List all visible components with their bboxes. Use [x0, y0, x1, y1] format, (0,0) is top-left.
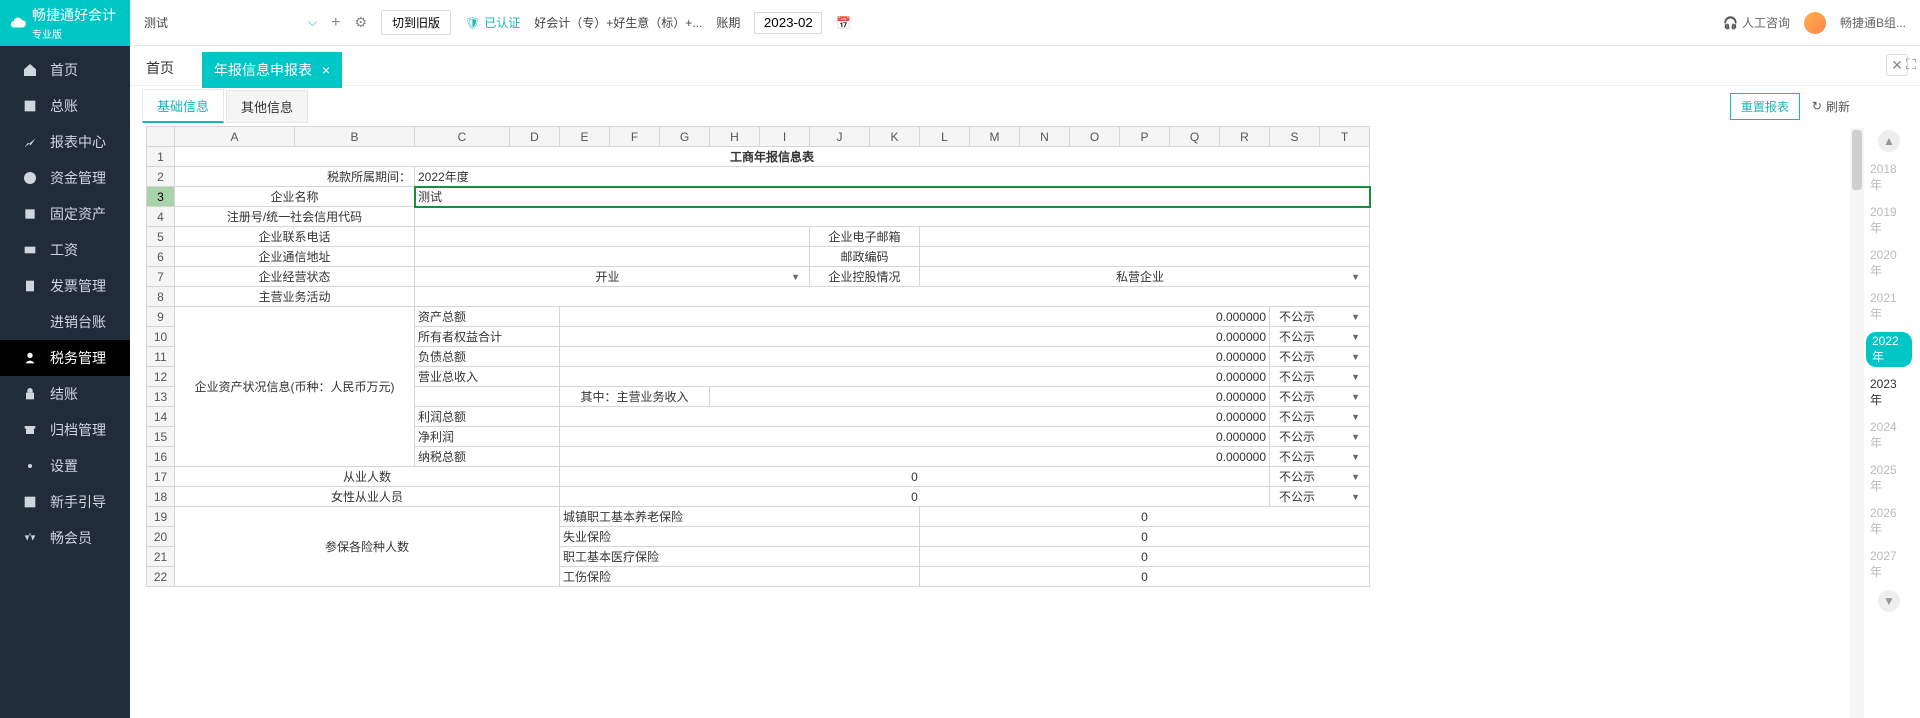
nav-settings[interactable]: 设置 — [0, 448, 130, 484]
year-2026[interactable]: 2026年 — [1866, 504, 1912, 539]
year-2027[interactable]: 2027年 — [1866, 547, 1912, 582]
add-icon[interactable]: + — [331, 14, 340, 32]
shield-icon: 🛡 — [465, 16, 480, 30]
cell-company-name[interactable]: 测试 — [415, 187, 1370, 207]
nav-vip[interactable]: 畅会员 — [0, 520, 130, 556]
company-name: 测试 — [144, 14, 168, 31]
vertical-scrollbar[interactable] — [1850, 128, 1864, 718]
calendar-icon[interactable]: 📅 — [836, 16, 851, 30]
chevron-down-icon: ⌵ — [308, 15, 317, 30]
period-input[interactable] — [754, 12, 822, 34]
year-2021[interactable]: 2021年 — [1866, 289, 1912, 324]
year-2022[interactable]: 2022年 — [1866, 332, 1912, 367]
home-icon — [22, 62, 38, 78]
tab-home[interactable]: 首页 — [130, 52, 190, 84]
year-rail: ▲ 2018年 2019年 2020年 2021年 2022年 2023年 20… — [1866, 130, 1912, 612]
period-label: 账期 — [716, 14, 740, 31]
year-2023[interactable]: 2023年 — [1866, 375, 1912, 410]
chevron-down-icon[interactable]: ▼ — [1351, 272, 1360, 282]
holding-dropdown: 私营企业▼ — [923, 268, 1366, 285]
headset-icon: 🎧 — [1723, 16, 1738, 30]
gear-icon[interactable]: ⚙ — [354, 14, 367, 31]
expand-icon[interactable]: ⛶ — [1906, 56, 1920, 73]
col-headers: ABCDEFGHIJKLMNOPQRST — [147, 127, 1370, 147]
sheet-title[interactable]: 工商年报信息表 — [175, 147, 1370, 167]
spreadsheet[interactable]: ABCDEFGHIJKLMNOPQRST 1工商年报信息表 2税款所属期间：20… — [146, 126, 1850, 718]
nav: 首页 总账 报表中心 资金管理 固定资产 工资 发票管理 进销台账 税务管理 结… — [0, 46, 130, 556]
year-2025[interactable]: 2025年 — [1866, 461, 1912, 496]
plan-label: 好会计（专）+好生意（标）+... — [534, 14, 702, 31]
nav-invoice[interactable]: 发票管理 — [0, 268, 130, 304]
company-selector[interactable]: 测试 ⌵ — [144, 14, 317, 31]
avatar[interactable] — [1804, 12, 1826, 34]
play-icon — [22, 494, 38, 510]
nav-funds[interactable]: 资金管理 — [0, 160, 130, 196]
salary-icon — [22, 242, 38, 258]
close-tab-icon[interactable]: × — [322, 62, 330, 78]
verified-badge[interactable]: 🛡 已认证 — [465, 14, 520, 31]
scroll-thumb[interactable] — [1852, 130, 1862, 190]
year-up-button[interactable]: ▲ — [1878, 130, 1900, 152]
refresh-icon: ↻ — [1812, 99, 1822, 113]
ledger-icon — [22, 98, 38, 114]
tax-icon — [22, 350, 38, 366]
year-2024[interactable]: 2024年 — [1866, 418, 1912, 453]
year-2019[interactable]: 2019年 — [1866, 203, 1912, 238]
logo-subtitle: 专业版 — [32, 26, 116, 41]
chevron-down-icon[interactable]: ▼ — [1351, 312, 1360, 322]
invoice-icon — [22, 278, 38, 294]
year-down-button[interactable]: ▼ — [1878, 590, 1900, 612]
logo-title: 畅捷通好会计 — [32, 7, 116, 23]
nav-stock[interactable]: 进销台账 — [0, 304, 130, 340]
nav-ledger[interactable]: 总账 — [0, 88, 130, 124]
support-link[interactable]: 🎧 人工咨询 — [1723, 14, 1790, 31]
nav-salary[interactable]: 工资 — [0, 232, 130, 268]
year-2018[interactable]: 2018年 — [1866, 160, 1912, 195]
nav-assets[interactable]: 固定资产 — [0, 196, 130, 232]
refresh-button[interactable]: ↻刷新 — [1802, 94, 1860, 119]
subtab-other[interactable]: 其他信息 — [226, 90, 308, 123]
archive-icon — [22, 422, 38, 438]
cloud-icon — [10, 15, 26, 31]
year-2020[interactable]: 2020年 — [1866, 246, 1912, 281]
chart-icon — [22, 134, 38, 150]
user-name[interactable]: 畅捷通B组... — [1840, 14, 1906, 31]
nav-guide[interactable]: 新手引导 — [0, 484, 130, 520]
lock-icon — [22, 386, 38, 402]
logo: 畅捷通好会计 专业版 — [0, 0, 130, 46]
subtab-basic[interactable]: 基础信息 — [142, 89, 224, 123]
status-dropdown: 开业▼ — [418, 268, 806, 285]
switch-old-button[interactable]: 切到旧版 — [381, 10, 451, 35]
tab-annual-report[interactable]: 年报信息申报表 × — [202, 52, 342, 88]
sidebar: 畅捷通好会计 专业版 首页 总账 报表中心 资金管理 固定资产 工资 发票管理 … — [0, 0, 130, 718]
reset-button[interactable]: 重置报表 — [1730, 93, 1800, 120]
vip-icon — [22, 530, 38, 546]
nav-tax[interactable]: 税务管理 — [0, 340, 130, 376]
topbar: 测试 ⌵ + ⚙ 切到旧版 🛡 已认证 好会计（专）+好生意（标）+... 账期… — [130, 0, 1920, 46]
chevron-down-icon[interactable]: ▼ — [791, 272, 800, 282]
gear-icon — [22, 458, 38, 474]
stock-icon — [22, 314, 38, 330]
tab-row: 首页 年报信息申报表 × × ⛶ — [130, 46, 1920, 86]
money-icon — [22, 170, 38, 186]
nav-archive[interactable]: 归档管理 — [0, 412, 130, 448]
nav-reports[interactable]: 报表中心 — [0, 124, 130, 160]
close-main-button[interactable]: × — [1886, 54, 1908, 76]
sheet-table: ABCDEFGHIJKLMNOPQRST 1工商年报信息表 2税款所属期间：20… — [146, 126, 1370, 587]
nav-home[interactable]: 首页 — [0, 52, 130, 88]
subtab-row: 基础信息 其他信息 重置报表 ↻刷新 — [130, 86, 1860, 126]
nav-close[interactable]: 结账 — [0, 376, 130, 412]
asset-icon — [22, 206, 38, 222]
